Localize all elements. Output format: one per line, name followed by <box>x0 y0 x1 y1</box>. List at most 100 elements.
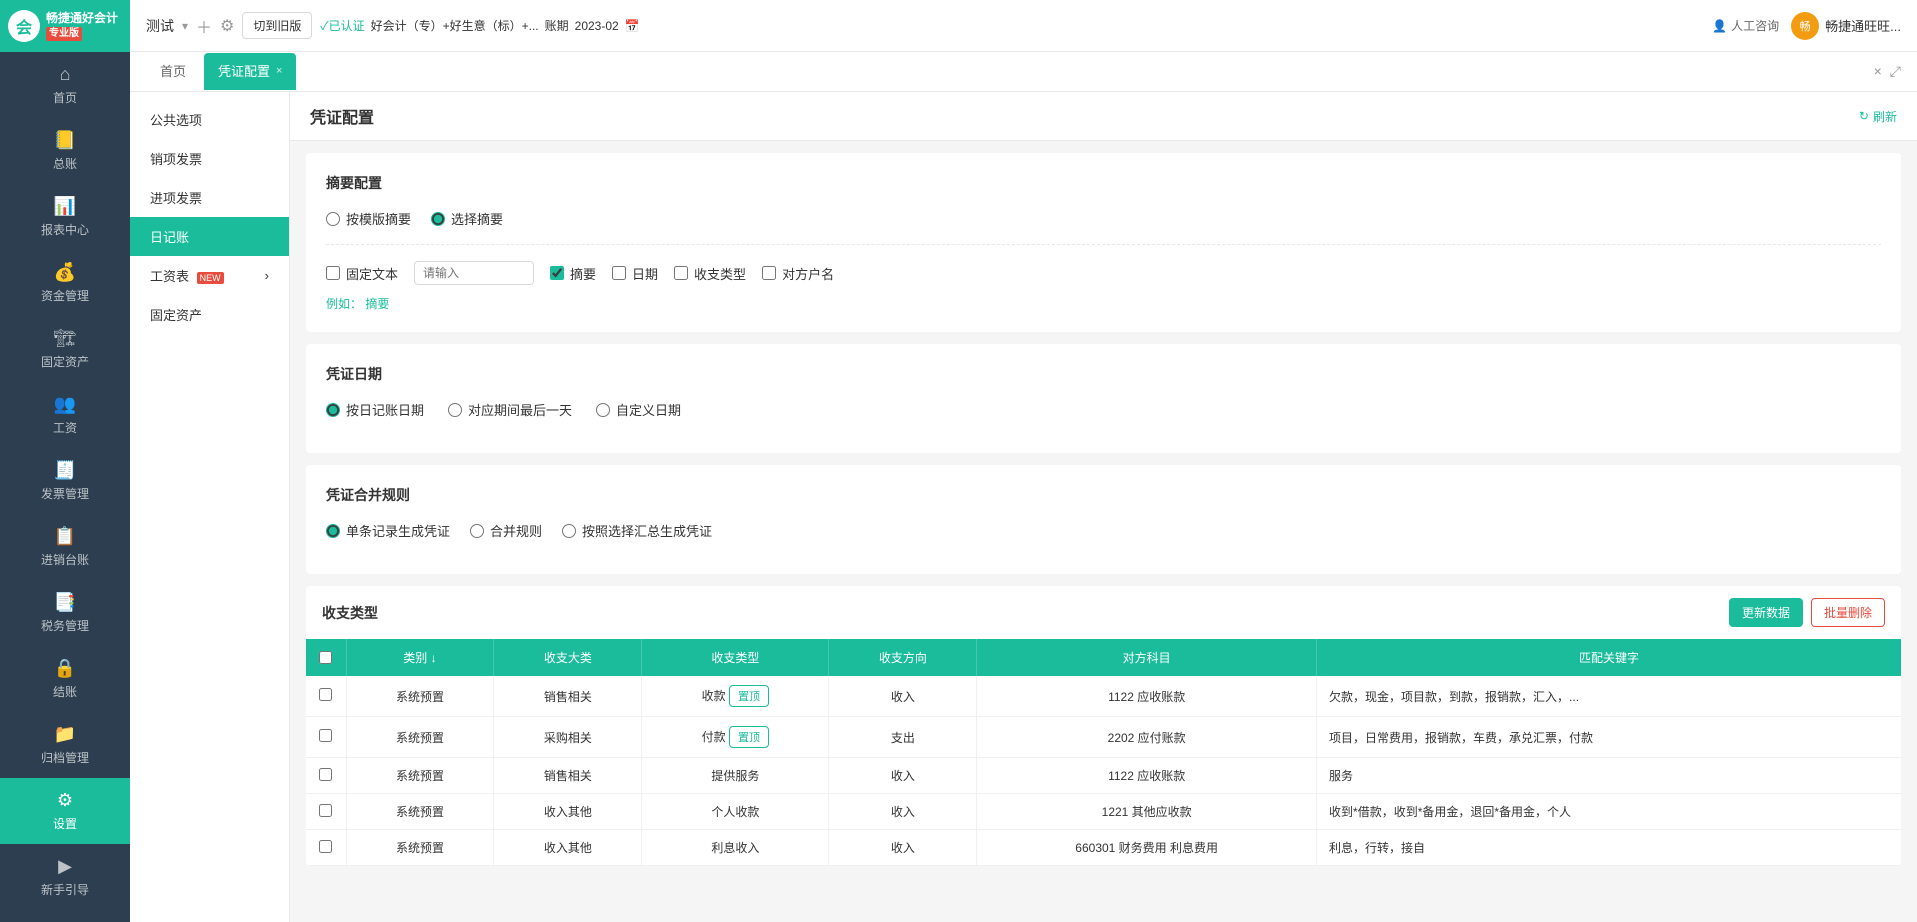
left-menu-item-fixed-assets[interactable]: 固定资产 <box>130 295 289 334</box>
row5-checkbox[interactable] <box>319 840 332 853</box>
party-name-checkbox[interactable] <box>762 266 776 280</box>
user-menu[interactable]: 畅 畅捷通旺旺... <box>1791 12 1901 40</box>
fixed-text-checkbox[interactable] <box>326 266 340 280</box>
row2-keywords: 项目，日常费用，报销款，车费，承兑汇票，付款 <box>1317 717 1901 758</box>
home-icon: ⌂ <box>60 64 71 85</box>
select-summary-generate-option[interactable]: 按照选择汇总生成凭证 <box>562 521 712 540</box>
left-menu-item-payroll-table[interactable]: 工资表 NEW › <box>130 256 289 295</box>
last-day-radio[interactable] <box>448 403 462 417</box>
row1-direction: 收入 <box>829 676 977 717</box>
date-section: 凭证日期 按日记账日期 对应期间最后一天 自定义日期 <box>306 344 1901 453</box>
service-icon: 👤 <box>1712 19 1727 33</box>
batch-delete-button[interactable]: 批量删除 <box>1811 598 1885 627</box>
row4-checkbox-cell[interactable] <box>306 794 346 830</box>
merge-rule-option[interactable]: 合并规则 <box>470 521 542 540</box>
date-checkbox[interactable] <box>612 266 626 280</box>
pay-type-option[interactable]: 收支类型 <box>674 264 746 283</box>
customer-service-button[interactable]: 👤 人工咨询 <box>1712 17 1779 34</box>
summary-checkbox[interactable] <box>550 266 564 280</box>
tab-close-icon[interactable]: × <box>276 65 282 77</box>
party-name-option[interactable]: 对方户名 <box>762 264 834 283</box>
row1-checkbox[interactable] <box>319 688 332 701</box>
sidebar-item-ledger[interactable]: 📒 总账 <box>0 118 130 184</box>
row1-contra-account: 1122 应收账款 <box>977 676 1317 717</box>
fixed-text-input[interactable] <box>414 261 534 285</box>
close-books-icon: 🔒 <box>54 658 76 679</box>
journal-date-radio[interactable] <box>326 403 340 417</box>
row5-checkbox-cell[interactable] <box>306 830 346 866</box>
content-area: 公共选项 销项发票 进项发票 日记账 工资表 NEW › <box>130 92 1917 922</box>
row2-checkbox[interactable] <box>319 729 332 742</box>
custom-date-option[interactable]: 自定义日期 <box>596 400 681 419</box>
row4-checkbox[interactable] <box>319 804 332 817</box>
switch-version-button[interactable]: 切到旧版 <box>242 12 312 39</box>
sidebar-item-tax[interactable]: 📑 税务管理 <box>0 580 130 646</box>
window-expand-button[interactable]: ⤢ <box>1890 63 1901 80</box>
table-section-title: 收支类型 <box>322 603 378 623</box>
row5-direction: 收入 <box>829 830 977 866</box>
sidebar-item-reports[interactable]: 📊 报表中心 <box>0 184 130 250</box>
row2-reset-button[interactable]: 置顶 <box>729 726 769 748</box>
th-checkbox[interactable] <box>306 639 346 676</box>
summary-option[interactable]: 摘要 <box>550 264 596 283</box>
custom-date-radio[interactable] <box>596 403 610 417</box>
row3-direction: 收入 <box>829 758 977 794</box>
select-summary-radio[interactable] <box>431 212 445 226</box>
sidebar-item-funds[interactable]: 💰 资金管理 <box>0 250 130 316</box>
row2-checkbox-cell[interactable] <box>306 717 346 758</box>
topbar-left: 测试 ▾ ＋ ⚙ 切到旧版 ✓已认证 好会计（专）+好生意（标）+... 账期 … <box>146 12 1702 39</box>
row1-type: 收款 置顶 <box>642 676 829 717</box>
last-day-option[interactable]: 对应期间最后一天 <box>448 400 572 419</box>
sidebar-item-invoice[interactable]: 🧾 发票管理 <box>0 448 130 514</box>
journal-date-option[interactable]: 按日记账日期 <box>326 400 424 419</box>
single-record-radio[interactable] <box>326 524 340 538</box>
sidebar-item-guide[interactable]: ▶ 新手引导 <box>0 844 130 910</box>
panel-title: 凭证配置 <box>310 104 374 128</box>
table-row: 系统预置 采购相关 付款 置顶 支出 2202 应付账款 项目，日常费用，报销款… <box>306 717 1901 758</box>
merge-rule-radio[interactable] <box>470 524 484 538</box>
select-summary-generate-radio[interactable] <box>562 524 576 538</box>
main-area: 测试 ▾ ＋ ⚙ 切到旧版 ✓已认证 好会计（专）+好生意（标）+... 账期 … <box>130 0 1917 922</box>
sidebar-item-fixed-assets[interactable]: 🏗 固定资产 <box>0 316 130 382</box>
row1-checkbox-cell[interactable] <box>306 676 346 717</box>
single-record-option[interactable]: 单条记录生成凭证 <box>326 521 450 540</box>
left-menu-item-purchase-invoice[interactable]: 进项发票 <box>130 178 289 217</box>
row1-reset-button[interactable]: 置顶 <box>729 685 769 707</box>
fixed-text-option[interactable]: 固定文本 <box>326 264 398 283</box>
add-button[interactable]: ＋ <box>196 14 212 38</box>
sidebar-item-settings[interactable]: ⚙ 设置 <box>0 778 130 844</box>
sidebar-item-member[interactable]: ★ 畅会员 <box>0 910 130 922</box>
update-data-button[interactable]: 更新数据 <box>1729 598 1803 627</box>
window-close-button[interactable]: × <box>1874 63 1882 80</box>
row3-checkbox[interactable] <box>319 768 332 781</box>
sidebar-item-purchase-sales[interactable]: 📋 进销台账 <box>0 514 130 580</box>
sidebar-item-close[interactable]: 🔒 结账 <box>0 646 130 712</box>
sidebar-item-payroll[interactable]: 👥 工资 <box>0 382 130 448</box>
th-direction: 收支方向 <box>829 639 977 676</box>
refresh-button[interactable]: ↻ 刷新 <box>1859 108 1897 125</box>
left-menu-item-journal[interactable]: 日记账 <box>130 217 289 256</box>
topbar-settings-icon[interactable]: ⚙ <box>220 16 234 36</box>
income-expense-section: 收支类型 更新数据 批量删除 类别 ↓ <box>306 586 1901 866</box>
merge-section: 凭证合并规则 单条记录生成凭证 合并规则 按照选择汇总生成凭证 <box>306 465 1901 574</box>
company-dropdown-icon[interactable]: ▾ <box>182 19 188 33</box>
date-radio-group: 按日记账日期 对应期间最后一天 自定义日期 <box>326 400 1881 419</box>
template-summary-option[interactable]: 按模版摘要 <box>326 209 411 228</box>
left-menu-item-public[interactable]: 公共选项 <box>130 100 289 139</box>
template-summary-radio[interactable] <box>326 212 340 226</box>
sidebar-item-archive[interactable]: 📁 归档管理 <box>0 712 130 778</box>
left-menu-item-sales-invoice[interactable]: 销项发票 <box>130 139 289 178</box>
tab-voucher-config[interactable]: 凭证配置 × <box>204 53 296 90</box>
date-option[interactable]: 日期 <box>612 264 658 283</box>
guide-icon: ▶ <box>58 856 72 877</box>
user-name: 畅捷通旺旺... <box>1825 16 1901 35</box>
pay-type-checkbox[interactable] <box>674 266 688 280</box>
select-all-checkbox[interactable] <box>319 651 332 664</box>
table-row: 系统预置 销售相关 提供服务 收入 1122 应收账款 服务 <box>306 758 1901 794</box>
select-summary-option[interactable]: 选择摘要 <box>431 209 503 228</box>
calendar-icon[interactable]: 📅 <box>625 19 640 33</box>
sidebar-item-home[interactable]: ⌂ 首页 <box>0 52 130 118</box>
tab-home[interactable]: 首页 <box>146 53 200 90</box>
row3-checkbox-cell[interactable] <box>306 758 346 794</box>
summary-checkbox-row: 固定文本 摘要 日期 收支类型 <box>326 261 1881 285</box>
